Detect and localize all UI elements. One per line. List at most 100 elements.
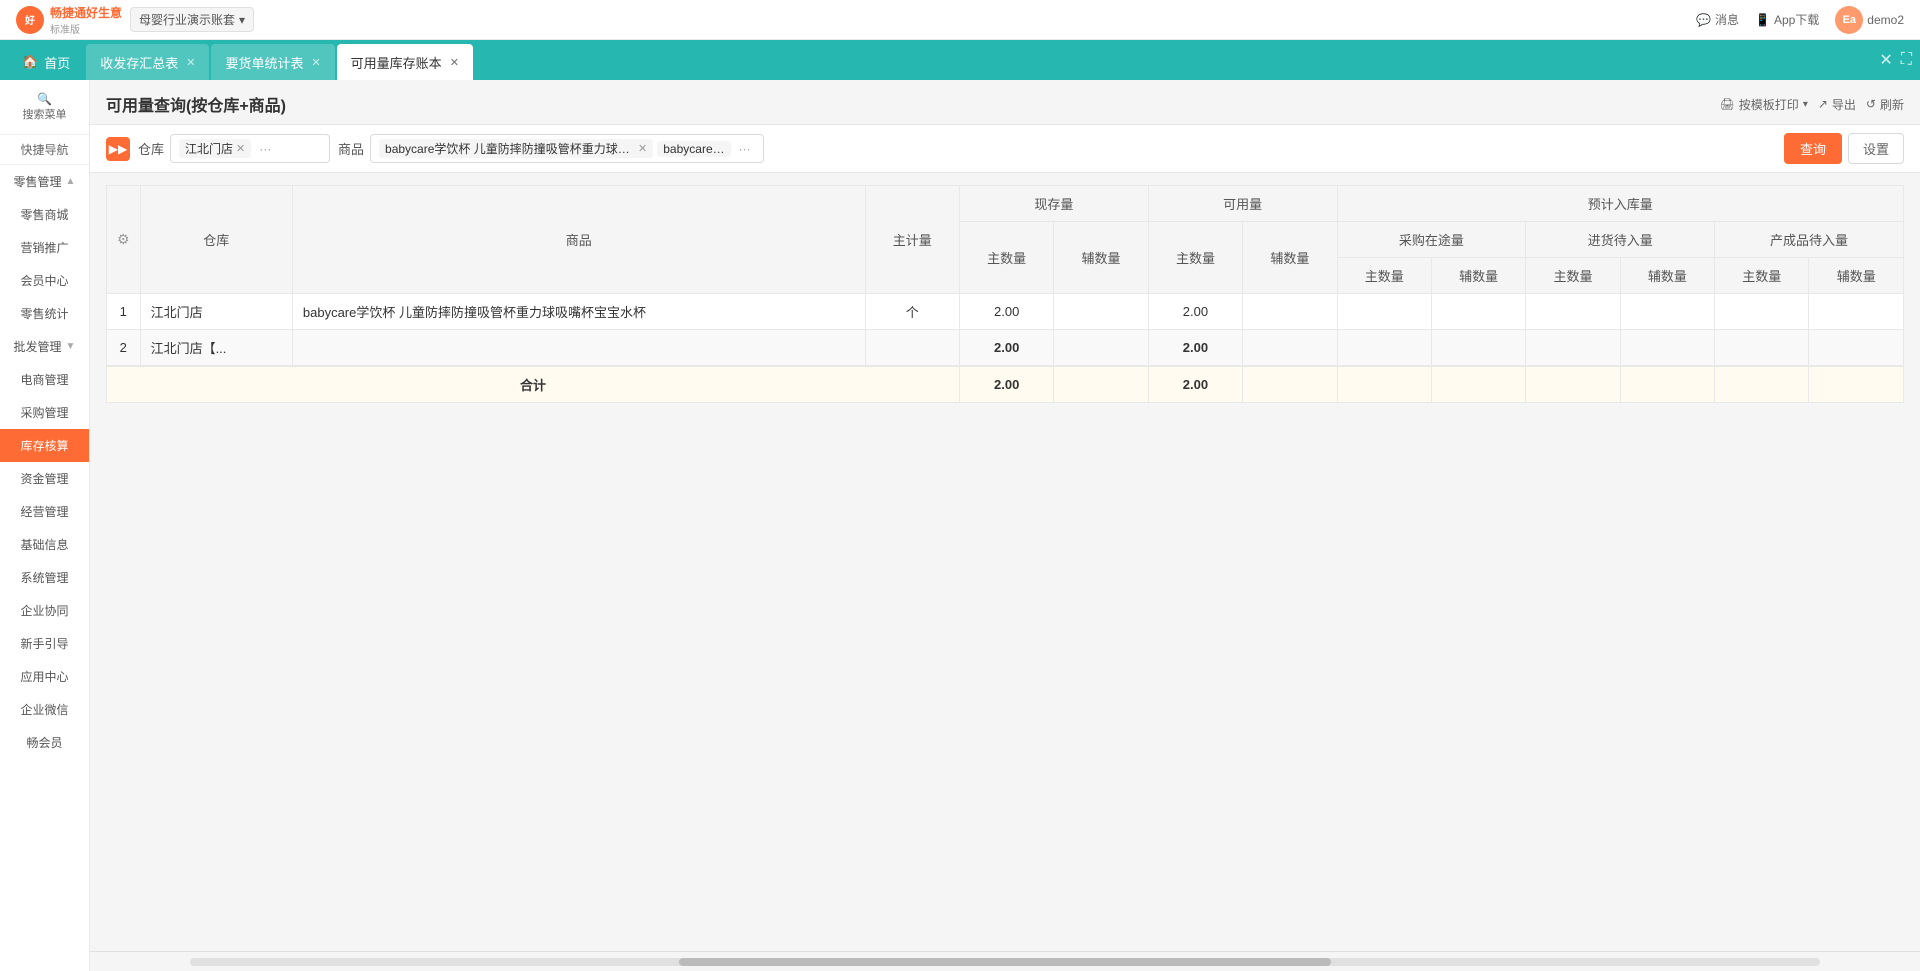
product-input[interactable]: babycare学饮杯 儿童防摔防撞吸管杯重力球吸嘴杯宝宝水杯 ✕ babyca… — [370, 134, 764, 163]
purchase-main-header: 主数量 — [1337, 258, 1431, 294]
more-icon[interactable]: ··· — [735, 142, 755, 156]
expand-icon: ▲ — [66, 176, 76, 187]
prod-sub-cell — [1809, 330, 1904, 367]
total-inb-main — [1526, 366, 1620, 403]
tab-available-stock[interactable]: 可用量库存账本 ✕ — [337, 44, 473, 80]
total-stock-sub — [1054, 366, 1148, 403]
table-row: 1 江北门店 babycare学饮杯 儿童防摔防撞吸管杯重力球吸嘴杯宝宝水杯 个… — [107, 294, 1904, 330]
top-bar: 好 畅捷通好生意 标准版 母婴行业演示账套 ▾ 💬 消息 📱 App下载 Ea … — [0, 0, 1920, 40]
sidebar-item-retail-mgmt[interactable]: 零售管理 ▲ — [0, 165, 89, 198]
purchase-sub-header: 辅数量 — [1431, 258, 1525, 294]
product-sub-header: 辅数量 — [1809, 258, 1904, 294]
sidebar-item-ops-mgmt[interactable]: 经营管理 — [0, 495, 89, 528]
page-header: 可用量查询(按仓库+商品) 🖨 按模板打印 ▾ ↗ 导出 ↺ 刷新 — [90, 80, 1920, 125]
sidebar-item-member-center[interactable]: 会员中心 — [0, 264, 89, 297]
pur-main-cell — [1337, 330, 1431, 367]
data-table: ⚙ 仓库 商品 主计量 现存量 可用量 预计入库量 主数量 辅数量 主数量 辅数… — [106, 185, 1904, 403]
close-icon[interactable]: ✕ — [311, 56, 320, 69]
logo-text: 畅捷通好生意 标准版 — [50, 4, 122, 36]
remove-product-icon[interactable]: ✕ — [638, 142, 647, 155]
sidebar-item-new-guide[interactable]: 新手引导 — [0, 627, 89, 660]
close-icon[interactable]: ✕ — [450, 56, 459, 69]
main-unit-col-header: 主计量 — [865, 186, 959, 294]
more-icon[interactable]: ··· — [255, 142, 275, 156]
prod-main-cell — [1715, 294, 1809, 330]
inbound-sub-header: 辅数量 — [1620, 258, 1714, 294]
sidebar-item-inventory-check[interactable]: 库存核算 — [0, 429, 89, 462]
seq-cell: 2 — [107, 330, 141, 367]
export-icon: ↗ — [1818, 97, 1828, 111]
top-bar-left: 好 畅捷通好生意 标准版 母婴行业演示账套 ▾ — [16, 4, 254, 36]
tab-order-stats[interactable]: 要货单统计表 ✕ — [211, 44, 334, 80]
total-avail-main: 2.00 — [1148, 366, 1242, 403]
unit-cell — [865, 330, 959, 367]
sidebar-item-ecommerce-mgmt[interactable]: 电商管理 — [0, 363, 89, 396]
sidebar-item-app-center[interactable]: 应用中心 — [0, 660, 89, 693]
avail-main-qty-header: 主数量 — [1148, 222, 1242, 294]
product-tag-2: babycare… — [657, 141, 730, 157]
table-row: 2 江北门店【... 2.00 2.00 — [107, 330, 1904, 367]
inb-main-cell — [1526, 294, 1620, 330]
product-tag-1: babycare学饮杯 儿童防摔防撞吸管杯重力球吸嘴杯宝宝水杯 ✕ — [379, 139, 653, 158]
stock-sub-cell — [1054, 330, 1148, 367]
sidebar-item-purchase-mgmt[interactable]: 采购管理 — [0, 396, 89, 429]
total-avail-sub — [1243, 366, 1337, 403]
product-pending-header: 产成品待入量 — [1715, 222, 1904, 258]
template-print-button[interactable]: 🖨 按模板打印 ▾ — [1720, 96, 1808, 113]
expand-filter-button[interactable]: ▶▶ — [106, 137, 130, 161]
quick-nav-button[interactable]: 快捷导航 — [0, 135, 89, 165]
avail-main-cell: 2.00 — [1148, 294, 1242, 330]
seq-cell: 1 — [107, 294, 141, 330]
settings-button[interactable]: 设置 — [1848, 133, 1904, 164]
query-button[interactable]: 查询 — [1784, 133, 1842, 164]
sidebar-item-enterprise-collab[interactable]: 企业协同 — [0, 594, 89, 627]
horizontal-scrollbar[interactable] — [190, 958, 1820, 966]
sidebar-item-vip-member[interactable]: 畅会员 — [0, 726, 89, 759]
remove-warehouse-icon[interactable]: ✕ — [236, 142, 245, 155]
stock-sub-qty-header: 辅数量 — [1054, 222, 1148, 294]
total-pur-main — [1337, 366, 1431, 403]
export-button[interactable]: ↗ 导出 — [1818, 96, 1856, 113]
chevron-down-icon: ▾ — [239, 13, 245, 27]
print-icon: 🖨 — [1720, 97, 1735, 111]
nav-tabs: 🏠 首页 收发存汇总表 ✕ 要货单统计表 ✕ 可用量库存账本 ✕ ✕ ⛶ — [0, 40, 1920, 80]
tab-home[interactable]: 🏠 首页 — [8, 44, 84, 80]
total-row: 合计 2.00 2.00 — [107, 366, 1904, 403]
sidebar-item-marketing[interactable]: 营销推广 — [0, 231, 89, 264]
total-stock-main: 2.00 — [959, 366, 1053, 403]
warehouse-cell: 江北门店 — [140, 294, 292, 330]
stock-main-qty-header: 主数量 — [959, 222, 1053, 294]
maximize-icon[interactable]: ⛶ — [1901, 51, 1912, 69]
inbound-pending-header: 进货待入量 — [1526, 222, 1715, 258]
close-window-icon[interactable]: ✕ — [1879, 50, 1892, 70]
sidebar-item-basic-info[interactable]: 基础信息 — [0, 528, 89, 561]
message-button[interactable]: 💬 消息 — [1696, 11, 1739, 28]
refresh-button[interactable]: ↺ 刷新 — [1866, 96, 1904, 113]
app-download-button[interactable]: 📱 App下载 — [1755, 11, 1819, 28]
sidebar-item-finance-mgmt[interactable]: 资金管理 — [0, 462, 89, 495]
close-icon[interactable]: ✕ — [186, 56, 195, 69]
tenant-select[interactable]: 母婴行业演示账套 ▾ — [130, 7, 254, 32]
message-icon: 💬 — [1696, 13, 1711, 27]
inb-sub-cell — [1620, 294, 1714, 330]
sidebar-item-enterprise-wechat[interactable]: 企业微信 — [0, 693, 89, 726]
search-menu-button[interactable]: 🔍 搜索菜单 — [8, 88, 81, 126]
user-menu[interactable]: Ea demo2 — [1835, 6, 1904, 34]
sidebar-item-retail-mall[interactable]: 零售商城 — [0, 198, 89, 231]
sidebar-item-wholesale-mgmt[interactable]: 批发管理 ▼ — [0, 330, 89, 363]
avail-sub-cell — [1243, 330, 1337, 367]
sidebar: 🔍 搜索菜单 快捷导航 零售管理 ▲ 零售商城 营销推广 会员中心 零售统计 批… — [0, 80, 90, 971]
total-prod-sub — [1809, 366, 1904, 403]
sidebar-item-sys-mgmt[interactable]: 系统管理 — [0, 561, 89, 594]
inb-sub-cell — [1620, 330, 1714, 367]
stock-main-cell: 2.00 — [959, 294, 1053, 330]
scrollbar-thumb[interactable] — [679, 958, 1331, 966]
warehouse-input[interactable]: 江北门店 ✕ ··· — [170, 134, 330, 163]
stock-main-cell: 2.00 — [959, 330, 1053, 367]
current-stock-header: 现存量 — [959, 186, 1148, 222]
tab-receive-summary[interactable]: 收发存汇总表 ✕ — [86, 44, 209, 80]
settings-icon[interactable]: ⚙ — [117, 231, 130, 247]
sidebar-item-retail-stats[interactable]: 零售统计 — [0, 297, 89, 330]
filter-bar: ▶▶ 仓库 江北门店 ✕ ··· 商品 babycare学饮杯 儿童防摔防撞吸管… — [90, 125, 1920, 173]
stock-sub-cell — [1054, 294, 1148, 330]
